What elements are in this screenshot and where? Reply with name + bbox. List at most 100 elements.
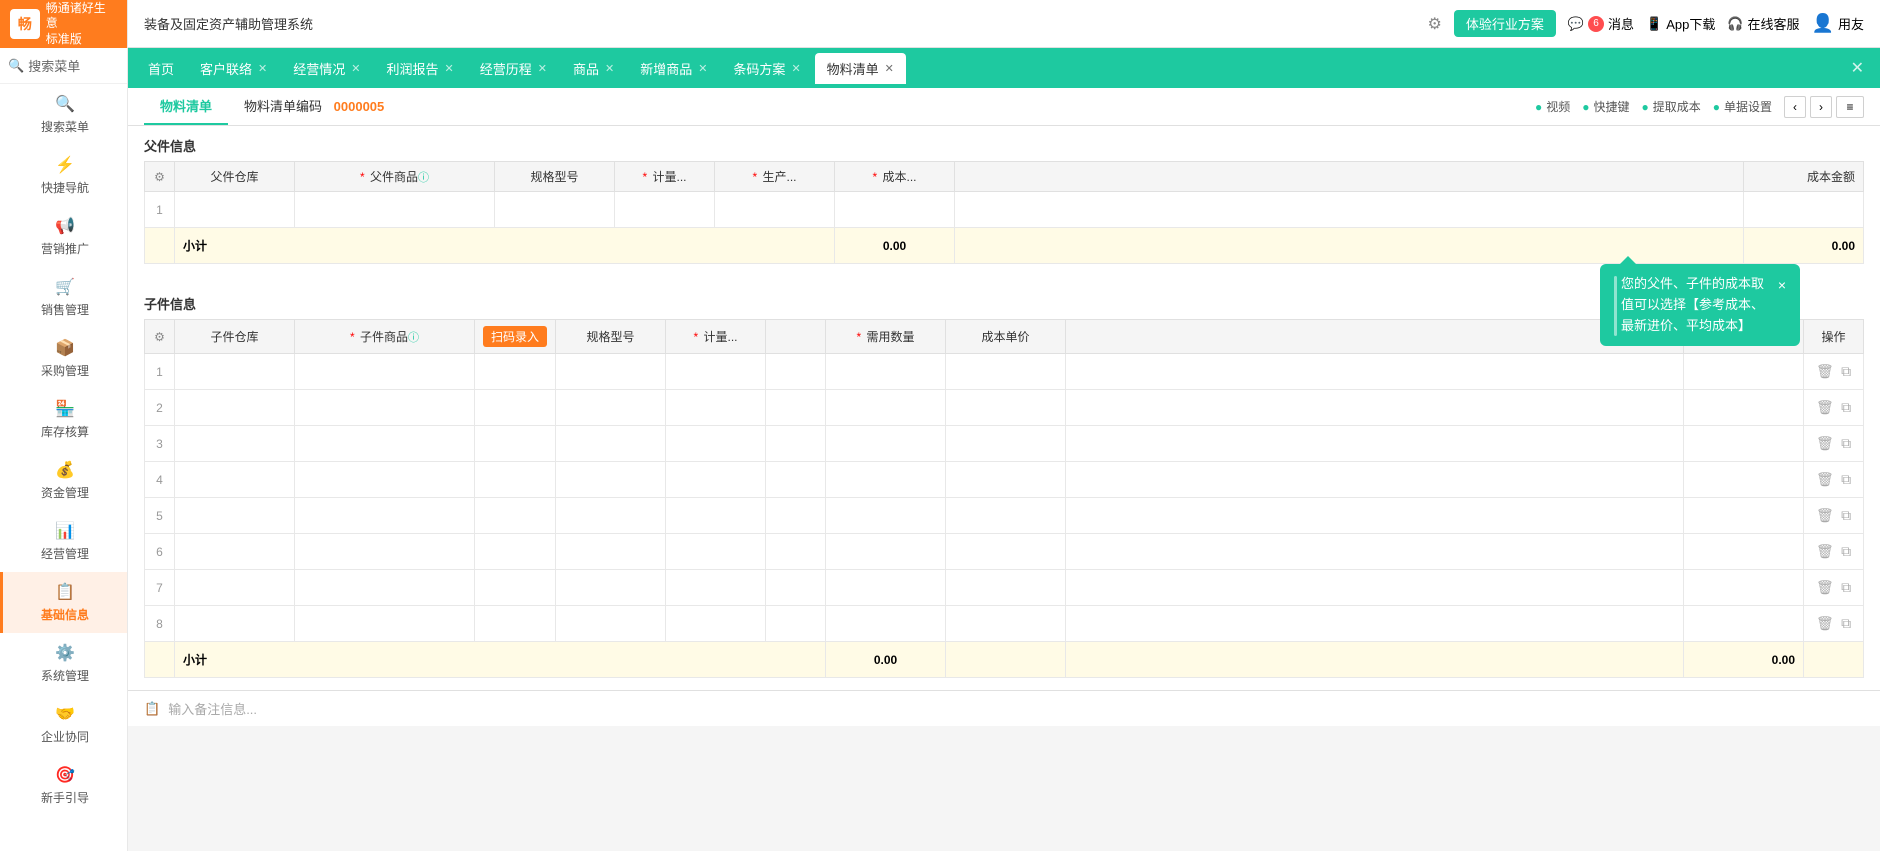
- child-row-4-delete-btn[interactable]: 🗑: [1814, 469, 1836, 490]
- parent-row-1-warehouse[interactable]: [175, 192, 295, 228]
- child-row-8-unit[interactable]: [666, 606, 766, 642]
- child-row-2-qty[interactable]: [826, 390, 946, 426]
- child-row-3-unit-cost[interactable]: [946, 426, 1066, 462]
- menu-button[interactable]: ≡: [1836, 96, 1864, 118]
- sidebar-item-marketing[interactable]: 📢 营销推广: [0, 206, 127, 267]
- child-row-6-unit[interactable]: [666, 534, 766, 570]
- parent-row-1-cost[interactable]: [835, 192, 955, 228]
- prev-button[interactable]: ‹: [1784, 96, 1806, 118]
- view-action[interactable]: ● 视频: [1535, 98, 1570, 115]
- child-row-3-unit[interactable]: [666, 426, 766, 462]
- child-row-7-qty[interactable]: [826, 570, 946, 606]
- cost-action[interactable]: ● 提取成本: [1641, 98, 1700, 115]
- nav-tab-close-history[interactable]: ✕: [538, 62, 547, 75]
- child-row-3-spec[interactable]: [556, 426, 666, 462]
- nav-tab-close-barcode[interactable]: ✕: [791, 62, 800, 75]
- nav-tab-bom[interactable]: 物料清单✕: [815, 53, 906, 84]
- child-row-6-delete-btn[interactable]: 🗑: [1814, 541, 1836, 562]
- child-row-5-warehouse[interactable]: [175, 498, 295, 534]
- child-row-5-delete-btn[interactable]: 🗑: [1814, 505, 1836, 526]
- experience-button[interactable]: 体验行业方案: [1454, 10, 1556, 37]
- child-row-8-delete-btn[interactable]: 🗑: [1814, 613, 1836, 634]
- child-row-8-unit-cost[interactable]: [946, 606, 1066, 642]
- shortcut-action[interactable]: ● 快捷键: [1582, 98, 1629, 115]
- child-row-4-spec[interactable]: [556, 462, 666, 498]
- nav-tab-close-operations[interactable]: ✕: [351, 62, 360, 75]
- sidebar-item-search[interactable]: 🔍 搜索菜单: [0, 84, 127, 145]
- close-all-button[interactable]: ✕: [1843, 58, 1872, 78]
- child-row-7-spec[interactable]: [556, 570, 666, 606]
- child-row-8-spec[interactable]: [556, 606, 666, 642]
- child-row-6-spec[interactable]: [556, 534, 666, 570]
- app-download-action[interactable]: 📱 App下载: [1646, 14, 1715, 33]
- sub-tab-bom-list[interactable]: 物料清单: [144, 88, 228, 125]
- child-row-8-copy-btn[interactable]: ⧉: [1839, 613, 1853, 634]
- child-row-3-qty[interactable]: [826, 426, 946, 462]
- nav-tab-close-profit[interactable]: ✕: [445, 62, 454, 75]
- child-row-3-delete-btn[interactable]: 🗑: [1814, 433, 1836, 454]
- child-row-2-unit[interactable]: [666, 390, 766, 426]
- child-row-7-warehouse[interactable]: [175, 570, 295, 606]
- child-row-6-warehouse[interactable]: [175, 534, 295, 570]
- sidebar-item-quick-nav[interactable]: ⚡ 快捷导航: [0, 145, 127, 206]
- nav-tab-close-bom[interactable]: ✕: [885, 62, 894, 75]
- child-row-4-unit[interactable]: [666, 462, 766, 498]
- child-row-1-spec[interactable]: [556, 354, 666, 390]
- child-row-2-delete-btn[interactable]: 🗑: [1814, 397, 1836, 418]
- child-row-6-qty[interactable]: [826, 534, 946, 570]
- message-action[interactable]: 💬 6 消息: [1568, 14, 1634, 33]
- child-row-4-qty[interactable]: [826, 462, 946, 498]
- tooltip-close-button[interactable]: ×: [1778, 274, 1786, 336]
- parent-row-1-unit[interactable]: [615, 192, 715, 228]
- nav-tab-new-products[interactable]: 新增商品✕: [628, 53, 719, 84]
- child-row-2-copy-btn[interactable]: ⧉: [1839, 397, 1853, 418]
- child-row-7-unit[interactable]: [666, 570, 766, 606]
- sub-tab-bom-code[interactable]: 物料清单编码 0000005: [228, 88, 400, 125]
- nav-tab-history[interactable]: 经营历程✕: [468, 53, 559, 84]
- sidebar-item-inventory[interactable]: 🏪 库存核算: [0, 389, 127, 450]
- child-row-7-unit-cost[interactable]: [946, 570, 1066, 606]
- child-row-5-qty[interactable]: [826, 498, 946, 534]
- child-row-1-warehouse[interactable]: [175, 354, 295, 390]
- child-row-2-spec[interactable]: [556, 390, 666, 426]
- child-row-1-copy-btn[interactable]: ⧉: [1839, 361, 1853, 382]
- sidebar-item-sales[interactable]: 🛒 销售管理: [0, 267, 127, 328]
- child-row-4-copy-btn[interactable]: ⧉: [1839, 469, 1853, 490]
- sidebar-item-finance[interactable]: 💰 资金管理: [0, 450, 127, 511]
- child-row-6-product[interactable]: [295, 534, 475, 570]
- child-row-7-delete-btn[interactable]: 🗑: [1814, 577, 1836, 598]
- nav-tab-customers[interactable]: 客户联络✕: [188, 53, 279, 84]
- settings-action[interactable]: ● 单据设置: [1713, 98, 1772, 115]
- child-row-4-warehouse[interactable]: [175, 462, 295, 498]
- child-row-4-product[interactable]: [295, 462, 475, 498]
- parent-row-1-produce[interactable]: [715, 192, 835, 228]
- sidebar-item-basic-info[interactable]: 📋 基础信息: [0, 572, 127, 633]
- child-row-1-product[interactable]: [295, 354, 475, 390]
- nav-tab-close-new-products[interactable]: ✕: [698, 62, 707, 75]
- sidebar-item-purchase[interactable]: 📦 采购管理: [0, 328, 127, 389]
- search-menu[interactable]: 🔍 搜索菜单: [0, 48, 127, 84]
- child-row-6-unit-cost[interactable]: [946, 534, 1066, 570]
- child-row-2-unit-cost[interactable]: [946, 390, 1066, 426]
- sidebar-item-system[interactable]: ⚙️ 系统管理: [0, 633, 127, 694]
- child-row-5-copy-btn[interactable]: ⧉: [1839, 505, 1853, 526]
- sidebar-item-enterprise[interactable]: 🤝 企业协同: [0, 694, 127, 755]
- child-row-1-delete-btn[interactable]: 🗑: [1814, 361, 1836, 382]
- child-row-8-warehouse[interactable]: [175, 606, 295, 642]
- nav-tab-close-customers[interactable]: ✕: [258, 62, 267, 75]
- parent-th-settings[interactable]: ⚙: [145, 162, 175, 192]
- nav-tab-profit[interactable]: 利润报告✕: [374, 53, 465, 84]
- child-row-3-copy-btn[interactable]: ⧉: [1839, 433, 1853, 454]
- nav-tab-close-products[interactable]: ✕: [605, 62, 614, 75]
- child-row-3-product[interactable]: [295, 426, 475, 462]
- child-row-7-product[interactable]: [295, 570, 475, 606]
- sidebar-item-guide[interactable]: 🎯 新手引导: [0, 755, 127, 816]
- child-row-2-warehouse[interactable]: [175, 390, 295, 426]
- nav-tab-products[interactable]: 商品✕: [561, 53, 626, 84]
- note-text[interactable]: 输入备注信息...: [168, 699, 257, 718]
- user-action[interactable]: 👤 用友: [1812, 13, 1864, 34]
- nav-tab-home[interactable]: 首页: [136, 53, 186, 84]
- parent-row-1-spec[interactable]: [495, 192, 615, 228]
- service-action[interactable]: 🎧 在线客服: [1727, 14, 1799, 33]
- child-row-2-product[interactable]: [295, 390, 475, 426]
